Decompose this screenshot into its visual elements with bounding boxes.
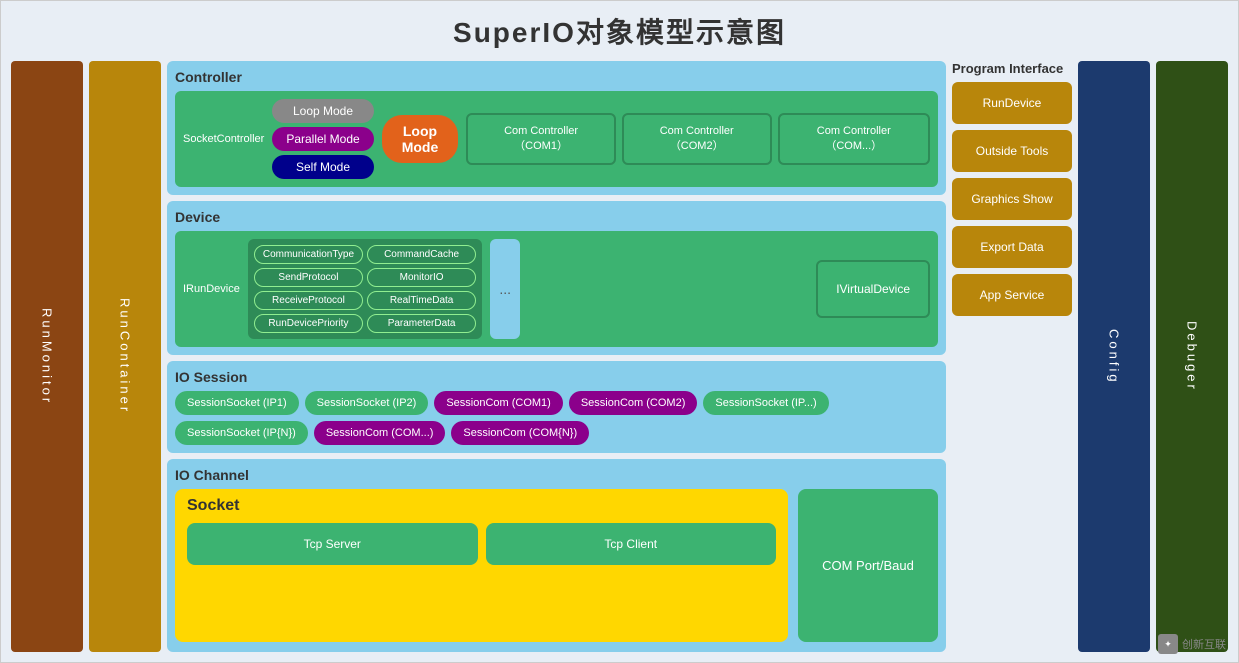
content-area: RunMonitor RunContainer Controller Socke…: [11, 61, 1228, 652]
page-title: SuperIO对象模型示意图: [11, 11, 1228, 51]
session-socket-1: SessionSocket (IP1): [175, 391, 299, 415]
run-container-label: RunContainer: [118, 298, 133, 414]
device-title: Device: [175, 209, 938, 225]
watermark-icon: ✦: [1158, 634, 1178, 654]
prop-send-proto: SendProtocol: [254, 268, 363, 287]
com-controller-1: Com Controller（COM1）: [466, 113, 616, 165]
center-area: Controller SocketController Loop Mode Pa…: [167, 61, 946, 652]
com-controller-2: Com Controller（COM2）: [622, 113, 772, 165]
io-session-inner: SessionSocket (IP1) SessionSocket (IP2) …: [175, 391, 938, 445]
com-port-box: COM Port/Baud: [798, 489, 938, 642]
graphics-show-button[interactable]: Graphics Show: [952, 178, 1072, 220]
watermark-text: 创新互联: [1182, 636, 1226, 652]
controller-title: Controller: [175, 69, 938, 85]
socket-controller-label: SocketController: [183, 133, 264, 145]
config-col: Config: [1078, 61, 1150, 652]
io-session-section: IO Session SessionSocket (IP1) SessionSo…: [167, 361, 946, 453]
session-com-1: SessionCom (COM1): [434, 391, 563, 415]
prop-realtime-data: RealTimeData: [367, 291, 476, 310]
session-socket-4: SessionSocket (IP{N}): [175, 421, 308, 445]
prop-comm-type: CommunicationType: [254, 245, 363, 264]
session-socket-3: SessionSocket (IP...): [703, 391, 828, 415]
run-monitor-label: RunMonitor: [40, 308, 55, 405]
run-container-col: RunContainer: [89, 61, 161, 652]
dots-box: ...: [490, 239, 520, 339]
prop-run-priority: RunDevicePriority: [254, 314, 363, 333]
parallel-mode-button[interactable]: Parallel Mode: [272, 127, 373, 151]
socket-label: Socket: [187, 497, 776, 515]
program-interface-title: Program Interface: [952, 61, 1072, 76]
irundevice-label: IRunDevice: [183, 283, 240, 295]
socket-box: Socket Tcp Server Tcp Client: [175, 489, 788, 642]
tcp-client-button[interactable]: Tcp Client: [486, 523, 777, 565]
mode-buttons-col: Loop Mode Parallel Mode Self Mode: [272, 99, 373, 179]
tcp-server-button[interactable]: Tcp Server: [187, 523, 478, 565]
session-com-2: SessionCom (COM2): [569, 391, 698, 415]
com-controllers: Com Controller（COM1） Com Controller（COM2…: [466, 113, 930, 165]
io-channel-title: IO Channel: [175, 467, 938, 483]
debuger-col: Debuger: [1156, 61, 1228, 652]
pi-buttons: RunDevice Outside Tools Graphics Show Ex…: [952, 82, 1072, 316]
export-data-button[interactable]: Export Data: [952, 226, 1072, 268]
debuger-label: Debuger: [1185, 321, 1200, 392]
run-monitor-col: RunMonitor: [11, 61, 83, 652]
outside-tools-button[interactable]: Outside Tools: [952, 130, 1072, 172]
session-com-4: SessionCom (COM{N}): [451, 421, 589, 445]
io-session-title: IO Session: [175, 369, 938, 385]
io-channel-section: IO Channel Socket Tcp Server Tcp Client …: [167, 459, 946, 652]
controller-inner: SocketController Loop Mode Parallel Mode…: [175, 91, 938, 187]
prop-monitor-io: MonitorIO: [367, 268, 476, 287]
io-channel-inner: Socket Tcp Server Tcp Client COM Port/Ba…: [175, 489, 938, 642]
main-container: SuperIO对象模型示意图 RunMonitor RunContainer C…: [0, 0, 1239, 663]
ivirtual-device-box: IVirtualDevice: [816, 260, 930, 318]
program-interface-col: Program Interface RunDevice Outside Tool…: [952, 61, 1072, 652]
socket-buttons: Tcp Server Tcp Client: [187, 523, 776, 565]
controller-section: Controller SocketController Loop Mode Pa…: [167, 61, 946, 195]
run-device-button[interactable]: RunDevice: [952, 82, 1072, 124]
watermark: ✦ 创新互联: [1158, 634, 1226, 654]
self-mode-button[interactable]: Self Mode: [272, 155, 373, 179]
device-section: Device IRunDevice CommunicationType Comm…: [167, 201, 946, 355]
session-socket-2: SessionSocket (IP2): [305, 391, 429, 415]
loop-mode-bar: Loop Mode: [382, 115, 459, 163]
prop-param-data: ParameterData: [367, 314, 476, 333]
right-panel: Program Interface RunDevice Outside Tool…: [952, 61, 1228, 652]
device-inner: IRunDevice CommunicationType CommandCach…: [175, 231, 938, 347]
loop-mode-button[interactable]: Loop Mode: [272, 99, 373, 123]
com-controller-3: Com Controller（COM...）: [778, 113, 930, 165]
prop-recv-proto: ReceiveProtocol: [254, 291, 363, 310]
session-com-3: SessionCom (COM...): [314, 421, 446, 445]
prop-cmd-cache: CommandCache: [367, 245, 476, 264]
config-label: Config: [1107, 329, 1122, 385]
device-props-box: CommunicationType CommandCache SendProto…: [248, 239, 482, 339]
app-service-button[interactable]: App Service: [952, 274, 1072, 316]
